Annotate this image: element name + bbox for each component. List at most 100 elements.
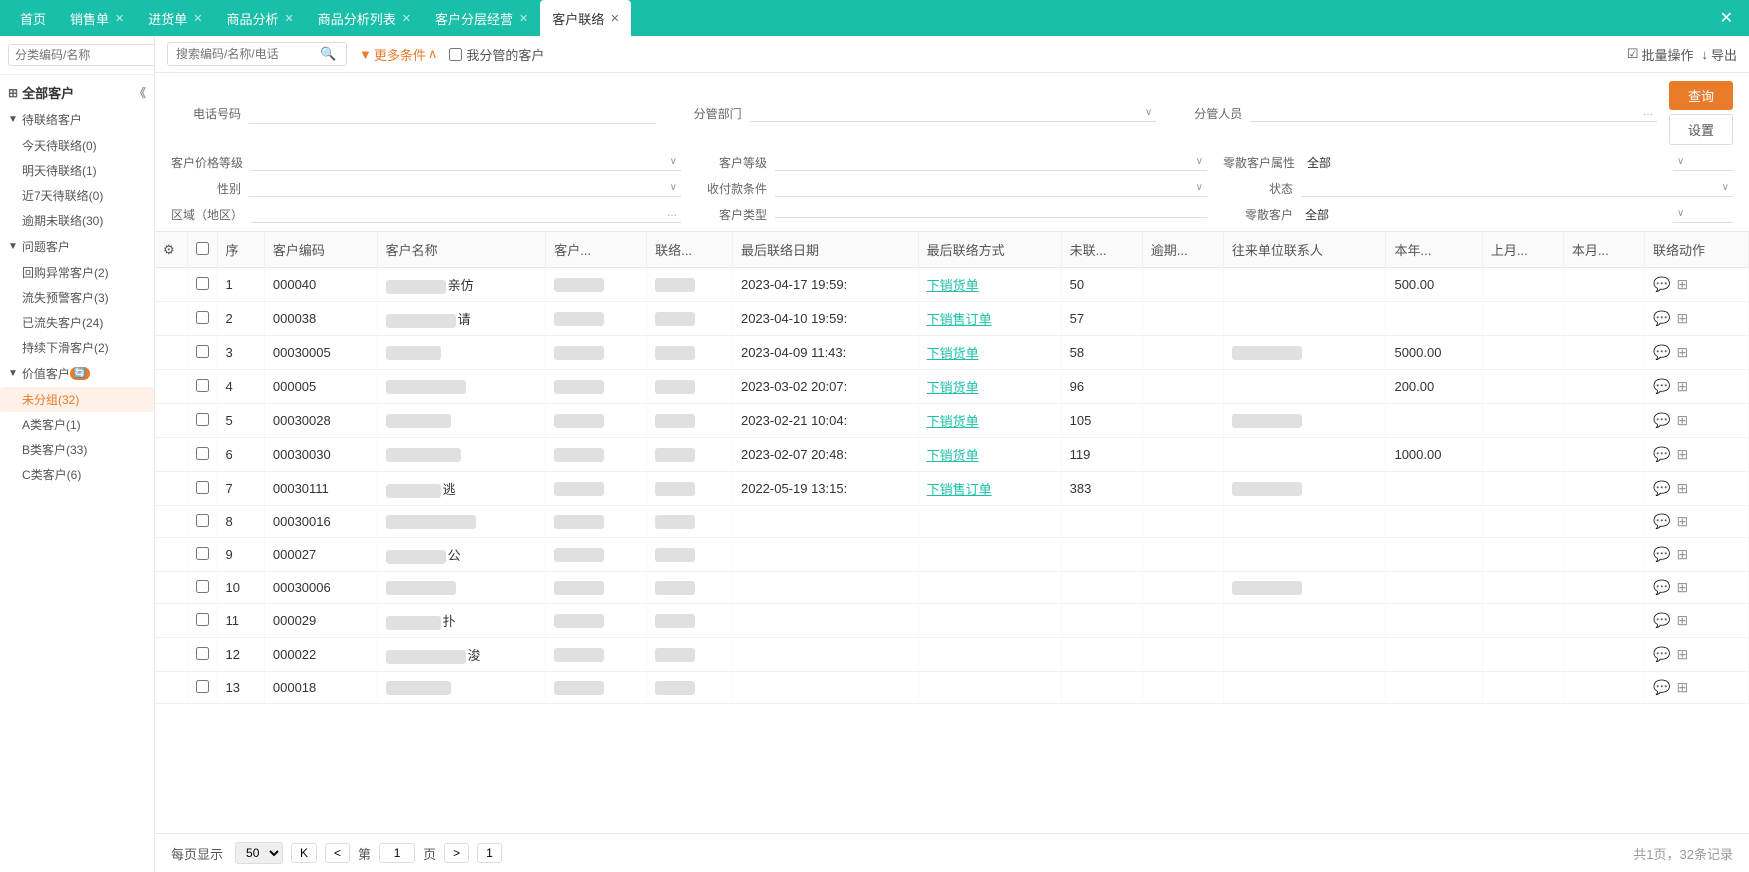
tab-close-icon[interactable]: ✕ <box>285 12 294 25</box>
sidebar-item-0-2[interactable]: 近7天待联络(0) <box>0 183 154 208</box>
nav-tab-销售单[interactable]: 销售单✕ <box>58 0 136 36</box>
contact-icon[interactable]: 💬 <box>1653 546 1670 563</box>
phone-input[interactable] <box>249 103 656 124</box>
more-icon[interactable]: ⊞ <box>1676 344 1688 361</box>
page-size-select[interactable]: 50 <box>235 842 283 864</box>
more-conditions-btn[interactable]: ▼ 更多条件 ∧ <box>359 45 437 64</box>
sidebar-item-2-3[interactable]: C类客户(6) <box>0 462 154 487</box>
sidebar-collapse-btn[interactable]: 《 <box>134 84 146 101</box>
row-checkbox-0[interactable] <box>196 277 209 290</box>
tab-close-icon[interactable]: ✕ <box>402 12 411 25</box>
select-all-checkbox[interactable] <box>196 242 209 255</box>
page-input[interactable] <box>379 843 415 863</box>
settings-header[interactable]: ⚙ <box>155 232 187 268</box>
nav-tab-商品分析列表[interactable]: 商品分析列表✕ <box>306 0 423 36</box>
contact-icon[interactable]: 💬 <box>1653 378 1670 395</box>
sidebar-item-2-1[interactable]: A类客户(1) <box>0 412 154 437</box>
tab-close-icon[interactable]: ✕ <box>193 12 202 25</box>
sidebar-item-1-0[interactable]: 回购异常客户(2) <box>0 260 154 285</box>
my-customers-checkbox[interactable] <box>449 48 462 61</box>
contact-icon[interactable]: 💬 <box>1653 344 1670 361</box>
row-checkbox-12[interactable] <box>196 680 209 693</box>
last-page-btn[interactable]: 1 <box>477 843 502 863</box>
row-checkbox-3[interactable] <box>196 379 209 392</box>
sidebar-item-0-3[interactable]: 逾期未联络(30) <box>0 208 154 233</box>
more-icon[interactable]: ⊞ <box>1676 276 1688 293</box>
nav-tab-进货单[interactable]: 进货单✕ <box>136 0 214 36</box>
sidebar-item-2-2[interactable]: B类客户(33) <box>0 437 154 462</box>
next-page-btn[interactable]: > <box>444 843 469 863</box>
nav-tab-客户联络[interactable]: 客户联络✕ <box>540 0 631 36</box>
more-icon[interactable]: ⊞ <box>1676 513 1688 530</box>
contact-icon[interactable]: 💬 <box>1653 412 1670 429</box>
method-link[interactable]: 下销货单 <box>927 448 979 463</box>
retail-attr-select[interactable]: ∨ <box>1673 153 1733 171</box>
row-checkbox-9[interactable] <box>196 580 209 593</box>
first-page-btn[interactable]: K <box>291 843 317 863</box>
tab-close-icon[interactable]: ✕ <box>519 12 528 25</box>
contact-icon[interactable]: 💬 <box>1653 310 1670 327</box>
customer-type-select[interactable] <box>775 211 1207 218</box>
sidebar-item-1-3[interactable]: 持续下滑客户(2) <box>0 335 154 360</box>
query-button[interactable]: 查询 <box>1669 81 1733 110</box>
row-checkbox-4[interactable] <box>196 413 209 426</box>
method-link[interactable]: 下销货单 <box>927 278 979 293</box>
sidebar-group-1[interactable]: ▼问题客户 <box>0 233 154 260</box>
more-icon[interactable]: ⊞ <box>1676 378 1688 395</box>
export-btn[interactable]: ↓ 导出 <box>1701 45 1737 64</box>
payment-select[interactable]: ∨ <box>775 179 1207 197</box>
window-close-button[interactable]: ✕ <box>1712 8 1741 28</box>
more-icon[interactable]: ⊞ <box>1676 546 1688 563</box>
all-customers-label[interactable]: 全部客户 <box>22 83 74 102</box>
more-icon[interactable]: ⊞ <box>1676 679 1688 696</box>
row-checkbox-7[interactable] <box>196 514 209 527</box>
nav-tab-客户分层经营[interactable]: 客户分层经营✕ <box>423 0 540 36</box>
batch-operation-btn[interactable]: ☑ 批量操作 <box>1627 45 1694 64</box>
contact-icon[interactable]: 💬 <box>1653 579 1670 596</box>
sidebar-search-input[interactable] <box>8 44 155 66</box>
contact-icon[interactable]: 💬 <box>1653 646 1670 663</box>
method-link[interactable]: 下销货单 <box>927 380 979 395</box>
contact-icon[interactable]: 💬 <box>1653 679 1670 696</box>
contact-icon[interactable]: 💬 <box>1653 276 1670 293</box>
price-level-select[interactable]: ∨ <box>251 153 681 171</box>
region-select[interactable]: … <box>251 205 681 223</box>
sidebar-group-2[interactable]: ▼价值客户 🔄 <box>0 360 154 387</box>
row-checkbox-10[interactable] <box>196 613 209 626</box>
retail-customer-select[interactable]: ∨ <box>1673 205 1733 223</box>
search-input[interactable] <box>176 47 316 61</box>
row-checkbox-6[interactable] <box>196 481 209 494</box>
sidebar-item-0-0[interactable]: 今天待联络(0) <box>0 133 154 158</box>
method-link[interactable]: 下销售订单 <box>927 482 992 497</box>
reset-button[interactable]: 设置 <box>1669 114 1733 145</box>
row-checkbox-8[interactable] <box>196 547 209 560</box>
more-icon[interactable]: ⊞ <box>1676 480 1688 497</box>
sidebar-item-0-1[interactable]: 明天待联络(1) <box>0 158 154 183</box>
more-icon[interactable]: ⊞ <box>1676 310 1688 327</box>
sidebar-item-2-0[interactable]: 未分组(32) <box>0 387 154 412</box>
row-checkbox-5[interactable] <box>196 447 209 460</box>
more-icon[interactable]: ⊞ <box>1676 579 1688 596</box>
more-icon[interactable]: ⊞ <box>1676 412 1688 429</box>
sidebar-item-1-1[interactable]: 流失预警客户(3) <box>0 285 154 310</box>
row-checkbox-11[interactable] <box>196 647 209 660</box>
staff-select[interactable]: … <box>1250 104 1657 122</box>
prev-page-btn[interactable]: < <box>325 843 350 863</box>
method-link[interactable]: 下销货单 <box>927 346 979 361</box>
contact-icon[interactable]: 💬 <box>1653 480 1670 497</box>
tab-close-icon[interactable]: ✕ <box>610 12 619 25</box>
select-all-header[interactable] <box>187 232 217 268</box>
gender-select[interactable]: ∨ <box>249 179 681 197</box>
tab-close-icon[interactable]: ✕ <box>115 12 124 25</box>
customer-level-select[interactable]: ∨ <box>775 153 1207 171</box>
my-customers-filter[interactable]: 我分管的客户 <box>449 45 544 64</box>
contact-icon[interactable]: 💬 <box>1653 513 1670 530</box>
dept-select[interactable]: ∨ <box>750 104 1157 122</box>
nav-home[interactable]: 首页 <box>8 9 58 28</box>
row-checkbox-1[interactable] <box>196 311 209 324</box>
more-icon[interactable]: ⊞ <box>1676 446 1688 463</box>
sidebar-group-0[interactable]: ▼待联络客户 <box>0 106 154 133</box>
method-link[interactable]: 下销货单 <box>927 414 979 429</box>
method-link[interactable]: 下销售订单 <box>927 312 992 327</box>
contact-icon[interactable]: 💬 <box>1653 446 1670 463</box>
